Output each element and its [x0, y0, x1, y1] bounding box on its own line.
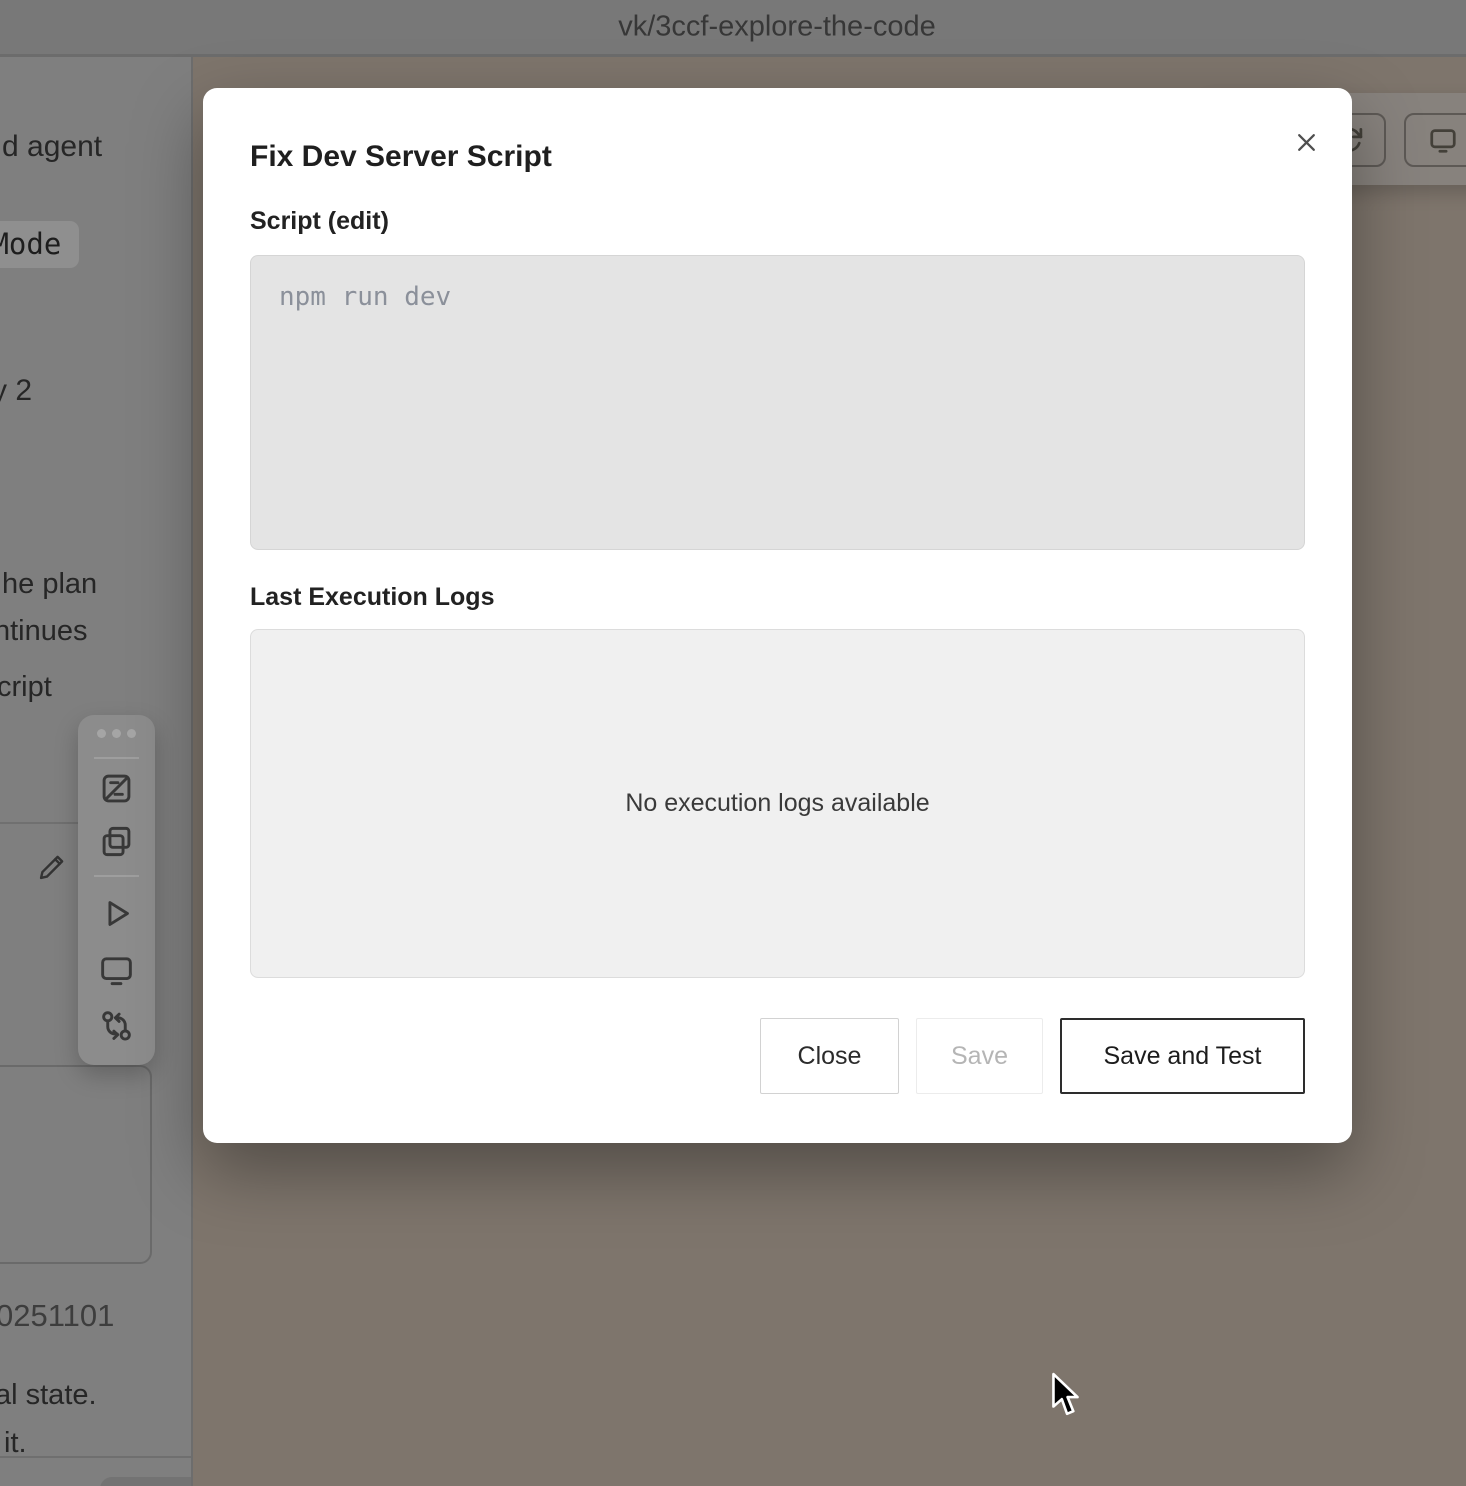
sidebar-text-fragment: y 2 [0, 374, 33, 407]
snapshot-icon [99, 771, 134, 806]
mode-code-chip: nMode [0, 221, 80, 268]
fix-dev-server-script-dialog: Fix Dev Server Script Script (edit) Last… [203, 88, 1352, 1143]
logs-empty-message: No execution logs available [625, 789, 930, 817]
save-and-test-button[interactable]: Save and Test [1060, 1018, 1305, 1094]
toolbar-divider [94, 757, 139, 759]
monitor-icon [99, 953, 134, 988]
dialog-title: Fix Dev Server Script [250, 140, 552, 173]
mouse-cursor-icon [1050, 1372, 1082, 1418]
floating-tools-panel [78, 715, 155, 1065]
play-icon [99, 896, 134, 931]
toolbar-divider [94, 875, 139, 877]
pencil-icon [36, 851, 68, 883]
window-title: vk/3ccf-explore-the-code [618, 10, 936, 43]
script-edit-label: Script (edit) [250, 207, 389, 235]
preview-monitor-button [1404, 113, 1466, 167]
dialog-footer: Close Save Save and Test [250, 1018, 1305, 1094]
save-button[interactable]: Save [916, 1018, 1043, 1094]
sidebar-text-fragment: d agent [2, 130, 103, 163]
sidebar-card-outline [0, 1065, 152, 1264]
copy-icon [99, 824, 134, 859]
sidebar-divider [0, 1456, 191, 1458]
sidebar-text-fragment: 0251101 [0, 1298, 115, 1333]
close-icon[interactable] [1287, 123, 1325, 161]
close-button[interactable]: Close [760, 1018, 899, 1094]
sidebar-bottom-button-stub [100, 1477, 191, 1486]
sidebar-text-fragment: ntinues [0, 615, 88, 647]
sidebar-text-fragment: al state. [0, 1379, 97, 1411]
script-textarea[interactable] [250, 255, 1305, 550]
sidebar-text-fragment: he plan [2, 568, 98, 600]
last-execution-logs-label: Last Execution Logs [250, 583, 495, 611]
window-titlebar: vk/3ccf-explore-the-code [0, 0, 1466, 57]
execution-logs-panel: No execution logs available [250, 629, 1305, 978]
left-sidebar-dimmed: d agent nMode y 2 he plan ntinues cript [0, 57, 193, 1486]
sidebar-divider [0, 822, 78, 824]
drag-handle-dots-icon [78, 729, 155, 738]
git-compare-icon [99, 1008, 134, 1043]
sidebar-text-fragment: cript [0, 671, 52, 703]
monitor-icon [1428, 125, 1458, 155]
